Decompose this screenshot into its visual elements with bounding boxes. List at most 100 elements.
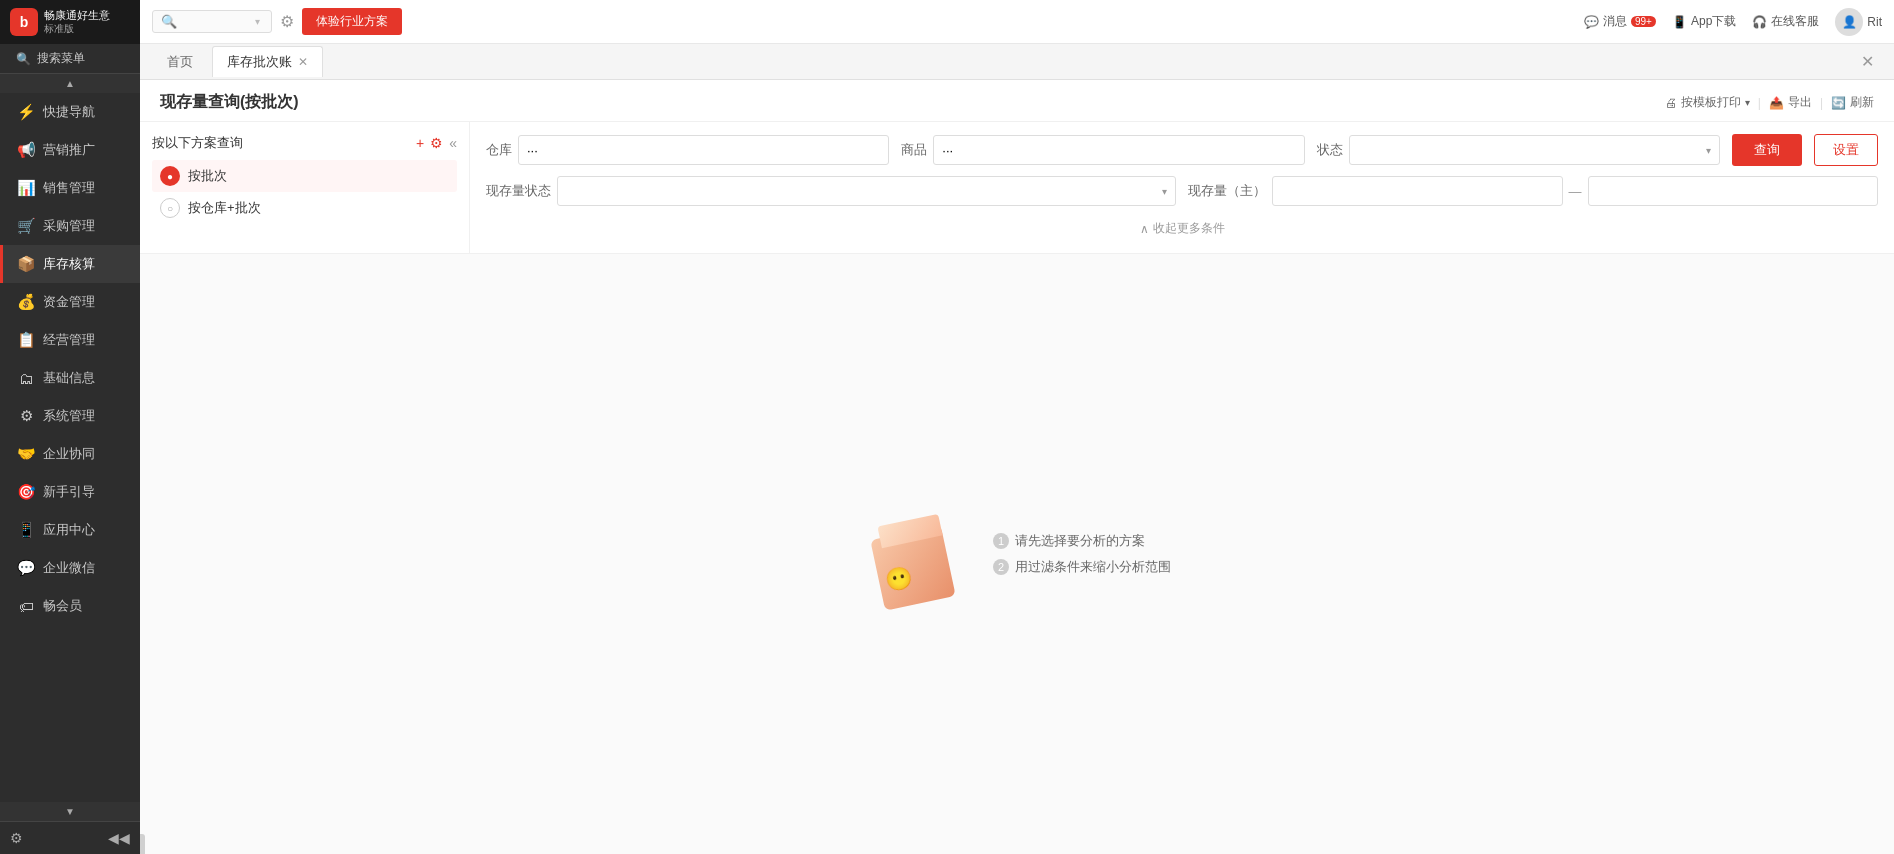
sidebar-item-finance[interactable]: 💰 资金管理 xyxy=(0,283,140,321)
search-icon: 🔍 xyxy=(16,52,31,66)
page-actions: 🖨 按模板打印 ▾ | 📤 导出 | 🔄 刷新 xyxy=(1665,94,1874,111)
setting-button[interactable]: 设置 xyxy=(1814,134,1878,166)
scroll-up-btn[interactable]: ▲ xyxy=(4,78,136,89)
warehouse-dots[interactable]: ··· xyxy=(527,143,538,158)
sidebar-item-label: 经营管理 xyxy=(43,331,95,349)
sidebar-search[interactable]: 🔍 搜索菜单 xyxy=(0,44,140,74)
user-profile-button[interactable]: 👤 Rit xyxy=(1835,8,1882,36)
marketing-icon: 📢 xyxy=(17,141,35,159)
scheme-settings-icon[interactable]: ⚙ xyxy=(430,135,443,151)
empty-illustration: 😶 xyxy=(863,504,963,604)
sidebar-item-operations[interactable]: 📋 经营管理 xyxy=(0,321,140,359)
product-dots[interactable]: ··· xyxy=(942,143,953,158)
topbar-gear-icon[interactable]: ⚙ xyxy=(280,12,294,31)
empty-hint-2: 2 用过滤条件来缩小分析范围 xyxy=(993,558,1171,576)
scheme-item-batch[interactable]: ● 按批次 xyxy=(152,160,457,192)
empty-text: 1 请先选择要分析的方案 2 用过滤条件来缩小分析范围 xyxy=(993,532,1171,576)
inventory-icon: 📦 xyxy=(17,255,35,273)
message-label: 消息 xyxy=(1603,13,1627,30)
scheme-item-label: 按仓库+批次 xyxy=(188,199,261,217)
print-label: 按模板打印 xyxy=(1681,94,1741,111)
status-filter-group: 状态 ▾ xyxy=(1317,135,1720,165)
sidebar-item-label: 销售管理 xyxy=(43,179,95,197)
action-divider-2: | xyxy=(1820,96,1823,110)
filter-panel: 按以下方案查询 + ⚙ « ● 按批次 ○ 按仓库+批次 xyxy=(140,122,1894,254)
app-logo: b xyxy=(10,8,38,36)
message-button[interactable]: 💬 消息 99+ xyxy=(1584,13,1656,30)
right-panel-toggle[interactable]: ‹ xyxy=(140,834,145,854)
sidebar-item-newuser[interactable]: 🎯 新手引导 xyxy=(0,473,140,511)
sidebar-item-purchase[interactable]: 🛒 采购管理 xyxy=(0,207,140,245)
tab-close-icon[interactable]: ✕ xyxy=(298,55,308,69)
topbar-search-box[interactable]: 🔍 ▾ xyxy=(152,10,272,33)
hint-num-1: 1 xyxy=(993,533,1009,549)
sidebar-item-label: 企业微信 xyxy=(43,559,95,577)
sidebar-item-member[interactable]: 🏷 畅会员 xyxy=(0,587,140,625)
industry-solution-button[interactable]: 体验行业方案 xyxy=(302,8,402,35)
collapse-icon: ∧ xyxy=(1140,222,1149,236)
status-select[interactable]: ▾ xyxy=(1349,135,1720,165)
sidebar: b 畅康通好生意 标准版 🔍 搜索菜单 ▲ ⚡ 快捷导航 📢 营销推广 📊 销售… xyxy=(0,0,140,854)
sidebar-item-marketing[interactable]: 📢 营销推广 xyxy=(0,131,140,169)
stock-status-select[interactable]: ▾ xyxy=(557,176,1176,206)
export-button[interactable]: 📤 导出 xyxy=(1769,94,1812,111)
print-icon: 🖨 xyxy=(1665,96,1677,110)
tab-batch-inventory[interactable]: 库存批次账 ✕ xyxy=(212,46,323,77)
topbar: 🔍 ▾ ⚙ 体验行业方案 💬 消息 99+ 📱 App下载 🎧 在线客服 👤 xyxy=(140,0,1894,44)
empty-state: 😶 1 请先选择要分析的方案 2 用过滤条件来缩小分析范围 xyxy=(140,254,1894,854)
sidebar-item-inventory[interactable]: 📦 库存核算 xyxy=(0,245,140,283)
print-dropdown-icon[interactable]: ▾ xyxy=(1745,97,1750,108)
stock-qty-min[interactable] xyxy=(1272,176,1563,206)
quick-nav-icon: ⚡ xyxy=(17,103,35,121)
sidebar-item-apps[interactable]: 📱 应用中心 xyxy=(0,511,140,549)
finance-icon: 💰 xyxy=(17,293,35,311)
sidebar-item-label: 库存核算 xyxy=(43,255,95,273)
sidebar-item-label: 基础信息 xyxy=(43,369,95,387)
sidebar-scroll-up[interactable]: ▲ xyxy=(0,74,140,93)
refresh-button[interactable]: 🔄 刷新 xyxy=(1831,94,1874,111)
right-filters: 仓库 ··· 商品 ··· 状态 xyxy=(470,122,1894,253)
sidebar-item-system[interactable]: ⚙ 系统管理 xyxy=(0,397,140,435)
sidebar-item-quick-nav[interactable]: ⚡ 快捷导航 xyxy=(0,93,140,131)
sidebar-item-sales[interactable]: 📊 销售管理 xyxy=(0,169,140,207)
sidebar-item-enterprise[interactable]: 🤝 企业协同 xyxy=(0,435,140,473)
topbar-dropdown-icon[interactable]: ▾ xyxy=(255,16,260,27)
topbar-search-input[interactable] xyxy=(181,15,251,29)
sidebar-item-wechat[interactable]: 💬 企业微信 xyxy=(0,549,140,587)
service-icon: 🎧 xyxy=(1752,15,1767,29)
app-download-button[interactable]: 📱 App下载 xyxy=(1672,13,1736,30)
settings-bottom-icon[interactable]: ⚙ xyxy=(10,830,23,846)
scheme-active-icon: ● xyxy=(160,166,180,186)
tab-home[interactable]: 首页 xyxy=(152,46,208,77)
stock-qty-filter-group: 现存量（主） — xyxy=(1188,176,1878,206)
stock-qty-label: 现存量（主） xyxy=(1188,182,1266,200)
close-panel-button[interactable]: ✕ xyxy=(1853,52,1882,71)
hint-text-2: 用过滤条件来缩小分析范围 xyxy=(1015,558,1171,576)
topbar-search-icon: 🔍 xyxy=(161,14,177,29)
scheme-title: 按以下方案查询 xyxy=(152,134,243,152)
status-label: 状态 xyxy=(1317,141,1343,159)
filter-row-2: 现存量状态 ▾ 现存量（主） — xyxy=(486,176,1878,206)
stock-status-label: 现存量状态 xyxy=(486,182,551,200)
scheme-collapse-icon[interactable]: « xyxy=(449,135,457,151)
apps-icon: 📱 xyxy=(17,521,35,539)
product-filter-group: 商品 ··· xyxy=(901,135,1304,165)
filter-row-1: 仓库 ··· 商品 ··· 状态 xyxy=(486,134,1878,166)
warehouse-input[interactable]: ··· xyxy=(518,135,889,165)
query-button[interactable]: 查询 xyxy=(1732,134,1802,166)
sidebar-item-label: 快捷导航 xyxy=(43,103,95,121)
refresh-label: 刷新 xyxy=(1850,94,1874,111)
print-button[interactable]: 🖨 按模板打印 ▾ xyxy=(1665,94,1750,111)
online-service-button[interactable]: 🎧 在线客服 xyxy=(1752,13,1819,30)
sidebar-item-basic[interactable]: 🗂 基础信息 xyxy=(0,359,140,397)
product-input[interactable]: ··· xyxy=(933,135,1304,165)
collapse-sidebar-icon[interactable]: ◀◀ xyxy=(108,830,130,846)
scheme-item-warehouse-batch[interactable]: ○ 按仓库+批次 xyxy=(152,192,457,224)
stock-qty-dash: — xyxy=(1569,184,1582,199)
warehouse-label: 仓库 xyxy=(486,141,512,159)
add-scheme-icon[interactable]: + xyxy=(416,135,424,151)
collapse-filters-button[interactable]: ∧ 收起更多条件 xyxy=(486,216,1878,241)
scroll-down-btn[interactable]: ▼ xyxy=(4,806,136,817)
sidebar-scroll-down[interactable]: ▼ xyxy=(0,802,140,821)
stock-qty-max[interactable] xyxy=(1588,176,1879,206)
